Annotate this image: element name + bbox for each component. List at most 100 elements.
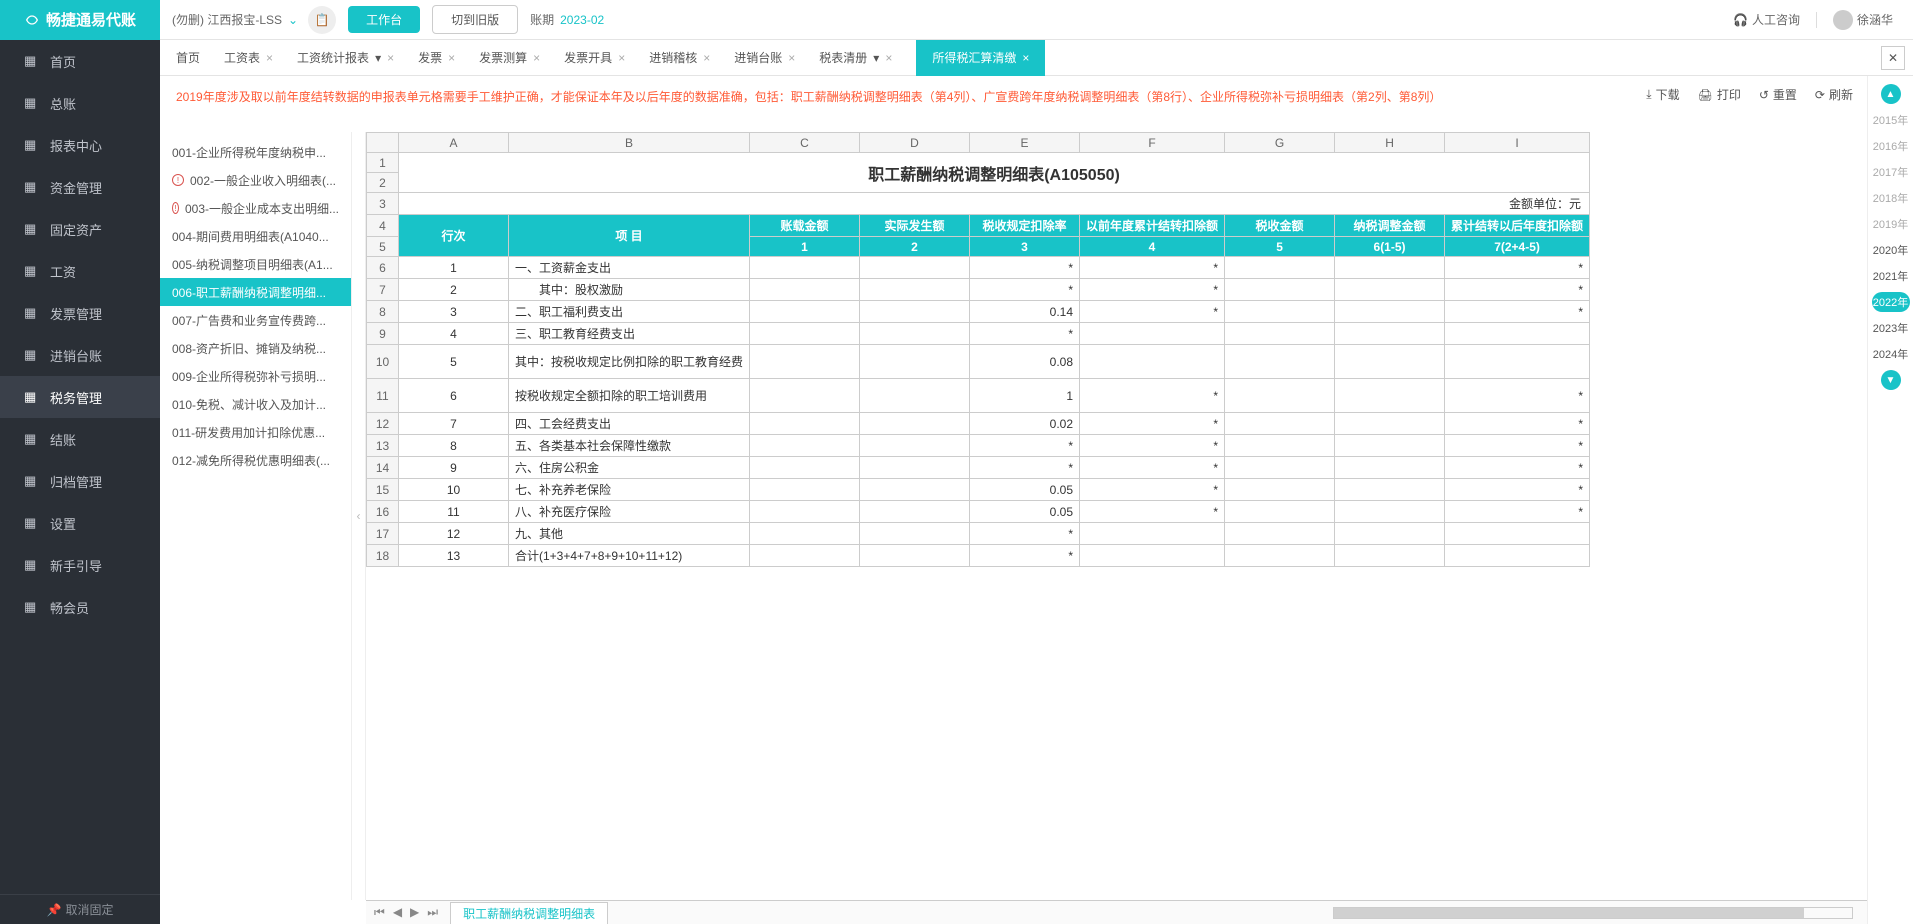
cell[interactable] [1335, 379, 1445, 413]
nav-item-6[interactable]: ▦发票管理 [0, 292, 160, 334]
sheet-next-icon[interactable]: ▶ [410, 905, 419, 920]
nav-item-13[interactable]: ▦畅会员 [0, 586, 160, 628]
year-2015年[interactable]: 2015年 [1872, 110, 1910, 130]
sheet-first-icon[interactable]: ⏮ [374, 905, 385, 920]
cell[interactable] [1335, 545, 1445, 567]
cell[interactable] [860, 301, 970, 323]
tab-7[interactable]: 进销台账× [734, 40, 795, 76]
close-icon[interactable]: × [618, 51, 625, 65]
splitter[interactable]: ‹ [352, 132, 366, 900]
nav-item-11[interactable]: ▦设置 [0, 502, 160, 544]
close-icon[interactable]: × [885, 51, 892, 65]
cell[interactable]: 0.05 [970, 501, 1080, 523]
cell[interactable] [1225, 379, 1335, 413]
cell[interactable] [860, 345, 970, 379]
cell[interactable] [860, 501, 970, 523]
form-item-6[interactable]: 007-广告费和业务宣传费跨... [160, 306, 351, 334]
cell[interactable] [1225, 279, 1335, 301]
cell[interactable] [750, 279, 860, 301]
scroll-thumb[interactable] [1334, 908, 1804, 918]
cell[interactable] [1080, 345, 1225, 379]
tab-0[interactable]: 首页 [176, 40, 200, 76]
consult-link[interactable]: 🎧 人工咨询 [1733, 11, 1800, 28]
tab-4[interactable]: 发票测算× [479, 40, 540, 76]
tab-9[interactable]: 所得税汇算清缴× [916, 40, 1045, 76]
tab-2[interactable]: 工资统计报表▾× [297, 40, 394, 76]
refresh-button[interactable]: ⟳刷新 [1815, 86, 1853, 103]
cell[interactable] [1225, 457, 1335, 479]
form-item-4[interactable]: 005-纳税调整项目明细表(A1... [160, 250, 351, 278]
cell[interactable] [1445, 545, 1590, 567]
workbench-button[interactable]: 工作台 [348, 6, 420, 33]
close-icon[interactable]: × [703, 51, 710, 65]
tabs-close-button[interactable]: ✕ [1881, 46, 1905, 70]
cell[interactable]: * [1445, 457, 1590, 479]
cell[interactable]: * [970, 257, 1080, 279]
cell[interactable] [1335, 345, 1445, 379]
cell[interactable] [750, 301, 860, 323]
close-icon[interactable]: × [788, 51, 795, 65]
year-2017年[interactable]: 2017年 [1872, 162, 1910, 182]
cell[interactable] [750, 323, 860, 345]
cell[interactable] [1335, 323, 1445, 345]
tab-8[interactable]: 税表清册▾× [819, 40, 892, 76]
sheet-prev-icon[interactable]: ◀ [393, 905, 402, 920]
tab-5[interactable]: 发票开具× [564, 40, 625, 76]
cell[interactable] [860, 413, 970, 435]
cell[interactable]: * [1080, 501, 1225, 523]
cell[interactable] [860, 323, 970, 345]
form-item-1[interactable]: !002-一般企业收入明细表(... [160, 166, 351, 194]
cell[interactable] [1445, 345, 1590, 379]
cell[interactable] [750, 435, 860, 457]
cell[interactable]: * [970, 457, 1080, 479]
form-item-0[interactable]: 001-企业所得税年度纳税申... [160, 138, 351, 166]
cell[interactable]: * [1080, 379, 1225, 413]
cell[interactable]: * [1080, 479, 1225, 501]
cell[interactable] [1080, 545, 1225, 567]
cell[interactable] [860, 435, 970, 457]
cell[interactable] [750, 545, 860, 567]
year-2018年[interactable]: 2018年 [1872, 188, 1910, 208]
cell[interactable] [1335, 523, 1445, 545]
cell[interactable]: * [1080, 457, 1225, 479]
cell[interactable] [860, 545, 970, 567]
user-menu[interactable]: 徐涵华 [1833, 10, 1893, 30]
period-display[interactable]: 账期 2023-02 [530, 11, 604, 28]
print-button[interactable]: 🖨打印 [1698, 86, 1741, 103]
cell[interactable]: 1 [970, 379, 1080, 413]
cell[interactable] [1335, 301, 1445, 323]
cell[interactable]: 0.14 [970, 301, 1080, 323]
cell[interactable] [1225, 523, 1335, 545]
cell[interactable]: * [1445, 279, 1590, 301]
form-item-5[interactable]: 006-职工薪酬纳税调整明细... [160, 278, 351, 306]
form-item-9[interactable]: 010-免税、减计收入及加计... [160, 390, 351, 418]
cell[interactable] [1225, 501, 1335, 523]
cell[interactable] [1225, 323, 1335, 345]
sheet-tab[interactable]: 职工薪酬纳税调整明细表 [450, 902, 608, 924]
cell[interactable]: * [1080, 279, 1225, 301]
cell[interactable] [1335, 435, 1445, 457]
year-2019年[interactable]: 2019年 [1872, 214, 1910, 234]
cell[interactable] [860, 379, 970, 413]
form-item-2[interactable]: !003-一般企业成本支出明细... [160, 194, 351, 222]
cell[interactable]: * [1080, 435, 1225, 457]
cell[interactable] [1445, 523, 1590, 545]
close-icon[interactable]: × [533, 51, 540, 65]
year-down-icon[interactable]: ▼ [1881, 370, 1901, 390]
form-item-7[interactable]: 008-资产折旧、摊销及纳税... [160, 334, 351, 362]
cell[interactable]: 0.08 [970, 345, 1080, 379]
cell[interactable] [860, 457, 970, 479]
nav-item-1[interactable]: ▦总账 [0, 82, 160, 124]
close-icon[interactable]: × [387, 51, 394, 65]
form-item-8[interactable]: 009-企业所得税弥补亏损明... [160, 362, 351, 390]
cell[interactable]: * [1445, 257, 1590, 279]
switch-oldver-button[interactable]: 切到旧版 [432, 5, 518, 34]
cell[interactable]: * [1445, 413, 1590, 435]
close-icon[interactable]: × [448, 51, 455, 65]
cell[interactable] [1225, 435, 1335, 457]
nav-item-9[interactable]: ▦结账 [0, 418, 160, 460]
cell[interactable] [1445, 323, 1590, 345]
cell[interactable]: * [1445, 435, 1590, 457]
reset-button[interactable]: ↺重置 [1759, 86, 1797, 103]
cell[interactable] [1335, 479, 1445, 501]
